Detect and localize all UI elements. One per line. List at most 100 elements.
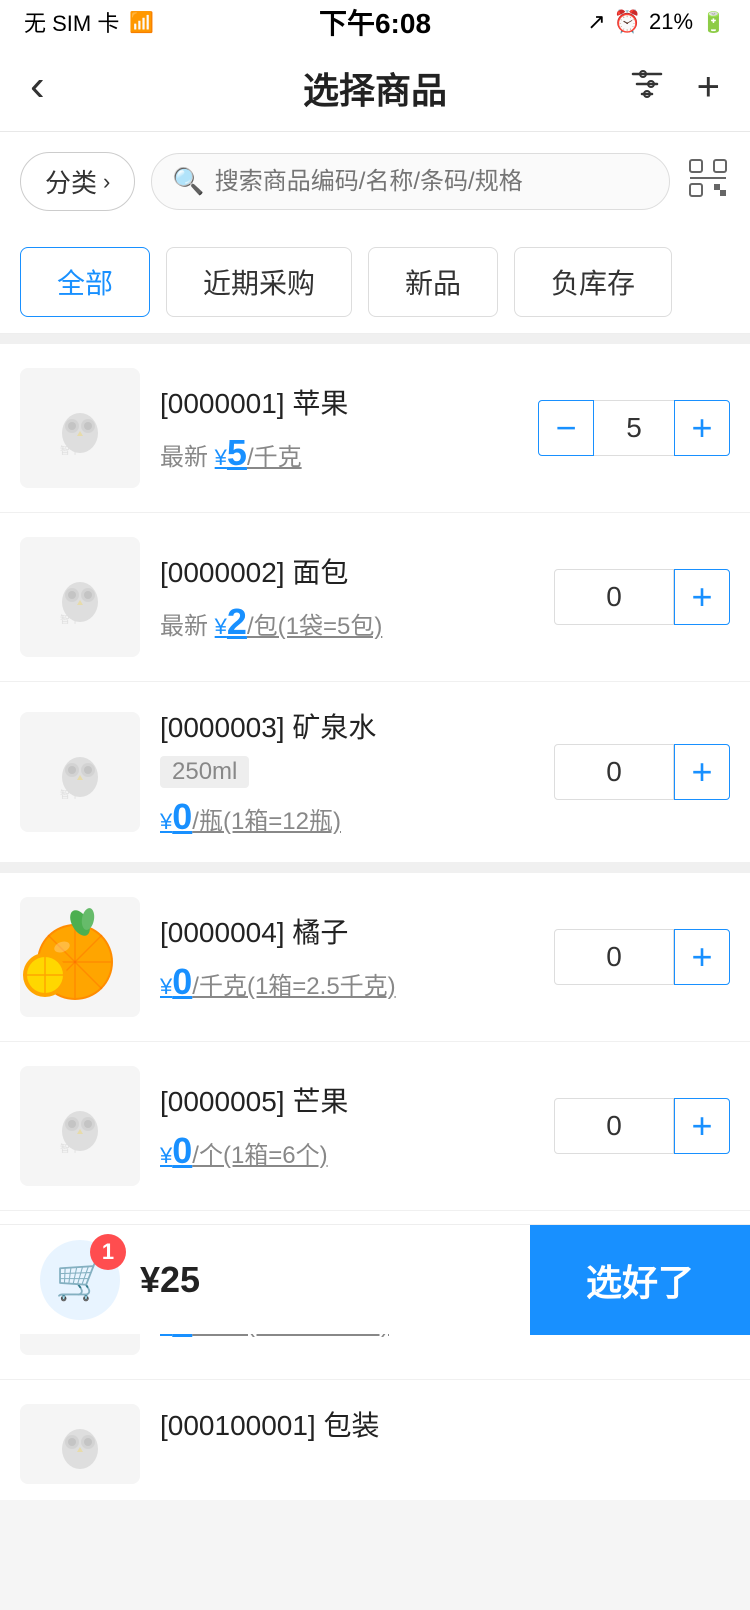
price-symbol: ¥ [215,614,227,639]
product-name: [0000005] 芒果 [160,1080,534,1120]
svg-text:智十: 智十 [60,613,80,626]
product-item: 智十 [0000005] 芒果 ¥0/个(1箱=6个) + [0,1042,750,1211]
confirm-button[interactable]: 选好了 [530,1225,750,1335]
tab-negative[interactable]: 负库存 [514,247,672,317]
nav-title: 选择商品 [303,62,447,114]
price-value: 0 [172,796,192,837]
qty-control: + [554,1098,730,1154]
bottom-bar: 🛒 1 ¥25 选好了 [0,1224,750,1334]
product-thumb [20,897,140,1017]
qty-input[interactable] [554,569,674,625]
product-item: 智十 [0000002] 面包 最新 ¥2/包(1袋=5包) + [0,513,750,682]
product-thumb: 智十 [20,537,140,657]
qty-input[interactable] [554,929,674,985]
cart-icon-wrap[interactable]: 🛒 1 [40,1240,120,1320]
status-bar: 无 SIM 卡 📶 下午6:08 ↗ ⏰ 21% 🔋 [0,0,750,44]
filter-tabs: 全部 近期采购 新品 负库存 [0,231,750,334]
location-icon: ↗ [587,9,605,35]
product-item: [0000004] 橘子 ¥0/千克(1箱=2.5千克) + [0,873,750,1042]
status-time: 下午6:08 [319,2,431,42]
tab-new[interactable]: 新品 [368,247,498,317]
qty-plus-button[interactable]: + [674,929,730,985]
svg-text:智十: 智十 [60,788,80,801]
qty-control: + [554,929,730,985]
price-unit: /千克 [247,444,302,471]
qty-control: + [554,569,730,625]
product-thumb: 智十 [20,712,140,832]
tab-all[interactable]: 全部 [20,247,150,317]
price-unit: /个(1箱=6个) [192,1142,327,1169]
qty-minus-button[interactable]: − [538,400,594,456]
back-button[interactable]: ‹ [30,64,55,112]
tab-recent[interactable]: 近期采购 [166,247,352,317]
product-info: [0000002] 面包 最新 ¥2/包(1袋=5包) [160,551,534,643]
wifi-icon: 📶 [129,10,154,35]
product-name: [0000001] 苹果 [160,382,518,422]
status-right: ↗ ⏰ 21% 🔋 [587,9,726,35]
nav-actions: + [629,65,720,110]
alarm-icon: ⏰ [614,9,641,35]
qty-control: + [554,744,730,800]
section-divider [0,863,750,873]
category-arrow: › [103,169,110,195]
qty-control: − + [538,400,730,456]
filter-icon[interactable] [629,66,665,109]
product-thumb [20,1404,140,1484]
product-item: 智十 [0000003] 矿泉水 250ml ¥0/瓶(1箱=12瓶) + [0,682,750,863]
price-label: 最新 [160,444,208,471]
product-name: [0000003] 矿泉水 [160,706,534,746]
search-icon: 🔍 [172,166,204,197]
price-unit: /千克(1箱=2.5千克) [192,973,395,1000]
product-name: [0000004] 橘子 [160,911,534,951]
product-item-partial: [000100001] 包装 [0,1380,750,1500]
status-left: 无 SIM 卡 📶 [24,6,154,38]
search-input-wrap: 🔍 [151,153,670,210]
cart-badge: 1 [90,1234,126,1270]
product-price: 最新 ¥5/千克 [160,432,518,474]
price-unit: /包(1袋=5包) [247,613,382,640]
cart-total: ¥25 [140,1259,200,1301]
category-button[interactable]: 分类 › [20,152,135,211]
product-price: ¥0/个(1箱=6个) [160,1130,534,1172]
product-info: [0000005] 芒果 ¥0/个(1箱=6个) [160,1080,534,1172]
product-item: 智十 [0000001] 苹果 最新 ¥5/千克 − + [0,344,750,513]
price-value: 5 [227,432,247,473]
cart-area: 🛒 1 ¥25 [0,1240,530,1320]
svg-text:智十: 智十 [60,444,80,457]
qty-plus-button[interactable]: + [674,569,730,625]
section-divider [0,334,750,344]
price-value: 0 [172,961,192,1002]
price-symbol: ¥ [160,1143,172,1168]
svg-text:智十: 智十 [60,1142,80,1155]
no-sim-label: 无 SIM 卡 [24,6,119,38]
nav-bar: ‹ 选择商品 + [0,44,750,132]
search-area: 分类 › 🔍 [0,132,750,231]
search-input[interactable] [215,168,649,196]
qty-plus-button[interactable]: + [674,1098,730,1154]
product-price: 最新 ¥2/包(1袋=5包) [160,601,534,643]
category-label: 分类 [45,163,97,200]
price-symbol: ¥ [215,445,227,470]
product-spec: 250ml [160,756,249,788]
product-info: [0000001] 苹果 最新 ¥5/千克 [160,382,518,474]
price-unit: /瓶(1箱=12瓶) [192,808,341,835]
add-icon[interactable]: + [697,65,720,110]
product-info: [0000004] 橘子 ¥0/千克(1箱=2.5千克) [160,911,534,1003]
qty-input[interactable] [554,1098,674,1154]
product-thumb: 智十 [20,368,140,488]
qty-plus-button[interactable]: + [674,400,730,456]
qty-input[interactable] [554,744,674,800]
product-price: ¥0/瓶(1箱=12瓶) [160,796,534,838]
product-thumb: 智十 [20,1066,140,1186]
scan-icon[interactable] [686,156,730,207]
product-info: [000100001] 包装 [160,1404,730,1444]
qty-input[interactable] [594,400,674,456]
price-label: 最新 [160,613,208,640]
battery-label: 21% [649,9,693,35]
battery-icon: 🔋 [701,10,726,35]
price-value: 2 [227,601,247,642]
qty-plus-button[interactable]: + [674,744,730,800]
price-value: 0 [172,1130,192,1171]
product-name: [000100001] 包装 [160,1404,730,1444]
price-symbol: ¥ [160,974,172,999]
